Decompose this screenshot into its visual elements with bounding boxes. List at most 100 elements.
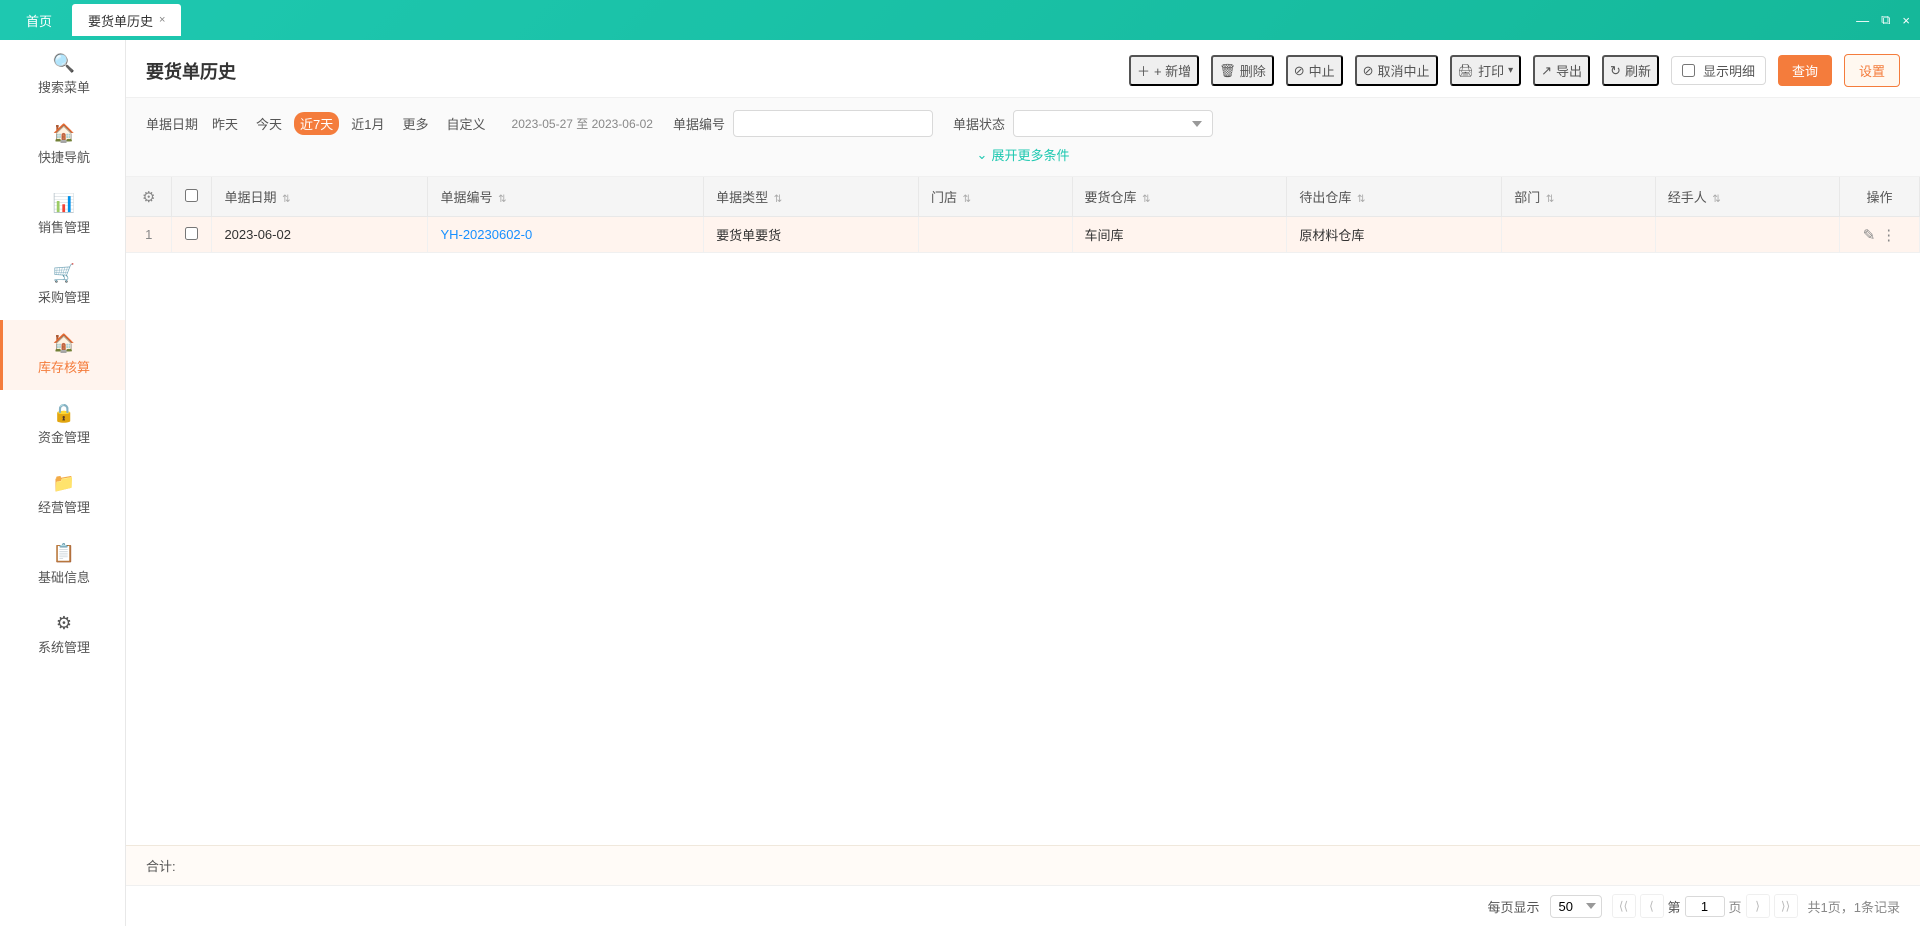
first-page-btn[interactable]: ⟨⟨ [1612, 894, 1636, 918]
table-footer: 合计: [126, 845, 1920, 885]
tab-requisition-history[interactable]: 要货单历史 × [72, 4, 181, 36]
filter-area: 单据日期 昨天 今天 近7天 近1月 更多 自定义 2023-05-27 至 2… [126, 98, 1920, 177]
sidebar-item-ops[interactable]: 📁 经营管理 [0, 460, 125, 530]
last-page-btn[interactable]: ⟩⟩ [1774, 894, 1798, 918]
sidebar-item-label-basic: 基础信息 [38, 567, 90, 586]
window-min-btn[interactable]: — [1856, 13, 1869, 28]
sort-icon-doc-num[interactable]: ⇅ [498, 194, 506, 205]
settings-label: 设置 [1859, 61, 1885, 80]
expand-more-btn[interactable]: ⌄ 展开更多条件 [977, 145, 1070, 164]
row-checkbox[interactable] [185, 227, 198, 240]
more-icon[interactable]: ⋮ [1881, 226, 1896, 244]
doc-num-link[interactable]: YH-20230602-0 [440, 227, 532, 242]
shortcut-7days[interactable]: 近7天 [294, 112, 339, 135]
print-icon: 🖨 [1458, 63, 1475, 79]
sidebar-item-finance[interactable]: 🔒 资金管理 [0, 390, 125, 460]
top-bar: 首页 要货单历史 × — ⧉ × [0, 0, 1920, 40]
tab-close-icon[interactable]: × [159, 14, 165, 26]
col-req-warehouse: 要货仓库 ⇅ [1072, 177, 1287, 217]
display-detail-checkbox[interactable] [1682, 64, 1695, 77]
table-row: 1 2023-06-02 YH-20230602-0 要货单要货 车间库 原材料… [126, 217, 1920, 253]
doc-status-label: 单据状态 [953, 114, 1005, 133]
shortcut-custom[interactable]: 自定义 [441, 112, 492, 135]
window-controls: — ⧉ × [1856, 12, 1910, 28]
tab-home[interactable]: 首页 [10, 4, 68, 36]
print-button[interactable]: 🖨 打印 ▾ [1450, 55, 1522, 86]
prev-page-btn[interactable]: ⟨ [1640, 894, 1664, 918]
sort-icon-dept[interactable]: ⇅ [1546, 194, 1554, 205]
sidebar-item-label-purchase: 采购管理 [38, 287, 90, 306]
date-range-display: 2023-05-27 至 2023-06-02 [512, 115, 653, 132]
shortcut-yesterday[interactable]: 昨天 [206, 112, 244, 135]
sidebar-item-sys-mgmt[interactable]: ⚙ 系统管理 [0, 600, 125, 670]
col-department: 部门 ⇅ [1502, 177, 1656, 217]
sort-icon-pending-wh[interactable]: ⇅ [1357, 194, 1365, 205]
display-detail-button[interactable]: 显示明细 [1671, 56, 1766, 85]
cell-doc-type: 要货单要货 [704, 217, 919, 253]
col-pending-warehouse: 待出仓库 ⇅ [1287, 177, 1502, 217]
doc-status-select[interactable] [1013, 110, 1213, 137]
col-doc-num: 单据编号 ⇅ [428, 177, 704, 217]
sidebar-item-purchase-mgmt[interactable]: 🛒 采购管理 [0, 250, 125, 320]
summary-label: 合计: [146, 859, 176, 874]
filter-row: 单据日期 昨天 今天 近7天 近1月 更多 自定义 2023-05-27 至 2… [146, 110, 1900, 137]
settings-button[interactable]: 设置 [1844, 54, 1900, 87]
edit-icon[interactable]: ✎ [1863, 226, 1876, 244]
sort-icon-store[interactable]: ⇅ [963, 194, 971, 205]
sidebar-item-basic-info[interactable]: 📋 基础信息 [0, 530, 125, 600]
next-page-btn[interactable]: ⟩ [1746, 894, 1770, 918]
shortcut-today[interactable]: 今天 [250, 112, 288, 135]
query-button[interactable]: 查询 [1778, 55, 1832, 86]
sidebar-item-label-inventory: 库存核算 [38, 357, 90, 376]
query-label: 查询 [1792, 61, 1818, 80]
cancel-suspend-label: 取消中止 [1378, 61, 1430, 80]
sidebar-item-search-menu[interactable]: 🔍 搜索菜单 [0, 40, 125, 110]
page-size-select[interactable]: 20 50 100 [1550, 895, 1602, 918]
window-restore-btn[interactable]: ⧉ [1881, 12, 1890, 28]
export-icon: ↗ [1541, 63, 1552, 79]
basic-info-icon: 📋 [53, 544, 75, 562]
refresh-button[interactable]: ↻ 刷新 [1602, 55, 1659, 86]
sort-icon-doc-date[interactable]: ⇅ [282, 194, 290, 205]
doc-num-input[interactable] [733, 110, 933, 137]
total-info: 共1页，1条记录 [1808, 897, 1900, 916]
sales-icon: 📊 [53, 194, 75, 212]
new-icon: ＋ [1137, 61, 1150, 80]
page-nav: ⟨⟨ ⟨ 第 页 ⟩ ⟩⟩ [1612, 894, 1798, 918]
cancel-suspend-button[interactable]: ⊘ 取消中止 [1355, 55, 1438, 86]
row-checkbox-cell [172, 217, 212, 253]
filter-expand-row: ⌄ 展开更多条件 [146, 145, 1900, 164]
delete-label: 删除 [1240, 61, 1266, 80]
sidebar-item-quick-nav[interactable]: 🏠 快捷导航 [0, 110, 125, 180]
delete-icon: 🗑 [1219, 63, 1236, 79]
delete-button[interactable]: 🗑 删除 [1211, 55, 1274, 86]
tab-home-label: 首页 [26, 11, 52, 30]
print-label: 打印 [1478, 61, 1504, 80]
suspend-button[interactable]: ⊘ 中止 [1286, 55, 1343, 86]
sidebar-item-label-sys: 系统管理 [38, 637, 90, 656]
suspend-icon: ⊘ [1294, 63, 1305, 79]
shortcut-1month[interactable]: 近1月 [345, 112, 390, 135]
content-area: 要货单历史 ＋ + 新增 🗑 删除 ⊘ 中止 ⊘ 取消中止 [126, 40, 1920, 926]
tab-bar: 首页 要货单历史 × [10, 4, 1856, 36]
toolbar: ＋ + 新增 🗑 删除 ⊘ 中止 ⊘ 取消中止 🖨 打印 [1129, 54, 1900, 87]
sort-icon-doc-type[interactable]: ⇅ [774, 194, 782, 205]
refresh-label: 刷新 [1625, 61, 1651, 80]
main-layout: 🔍 搜索菜单 🏠 快捷导航 📊 销售管理 🛒 采购管理 🏠 库存核算 🔒 资金管… [0, 40, 1920, 926]
page-input[interactable] [1685, 896, 1725, 917]
sidebar-item-sales-mgmt[interactable]: 📊 销售管理 [0, 180, 125, 250]
export-button[interactable]: ↗ 导出 [1533, 55, 1590, 86]
sidebar-item-inventory[interactable]: 🏠 库存核算 [0, 320, 125, 390]
sort-icon-handler[interactable]: ⇅ [1712, 194, 1720, 205]
cell-doc-num: YH-20230602-0 [428, 217, 704, 253]
select-all-checkbox[interactable] [185, 189, 198, 202]
window-close-btn[interactable]: × [1902, 13, 1910, 28]
sort-icon-req-wh[interactable]: ⇅ [1142, 194, 1150, 205]
sys-icon: ⚙ [56, 614, 72, 632]
table-settings-icon[interactable]: ⚙ [138, 185, 159, 210]
shortcut-more[interactable]: 更多 [397, 112, 435, 135]
doc-num-filter-group: 单据编号 [673, 110, 933, 137]
new-button[interactable]: ＋ + 新增 [1129, 55, 1199, 86]
cell-pending-warehouse: 原材料仓库 [1287, 217, 1502, 253]
col-handler: 经手人 ⇅ [1655, 177, 1839, 217]
